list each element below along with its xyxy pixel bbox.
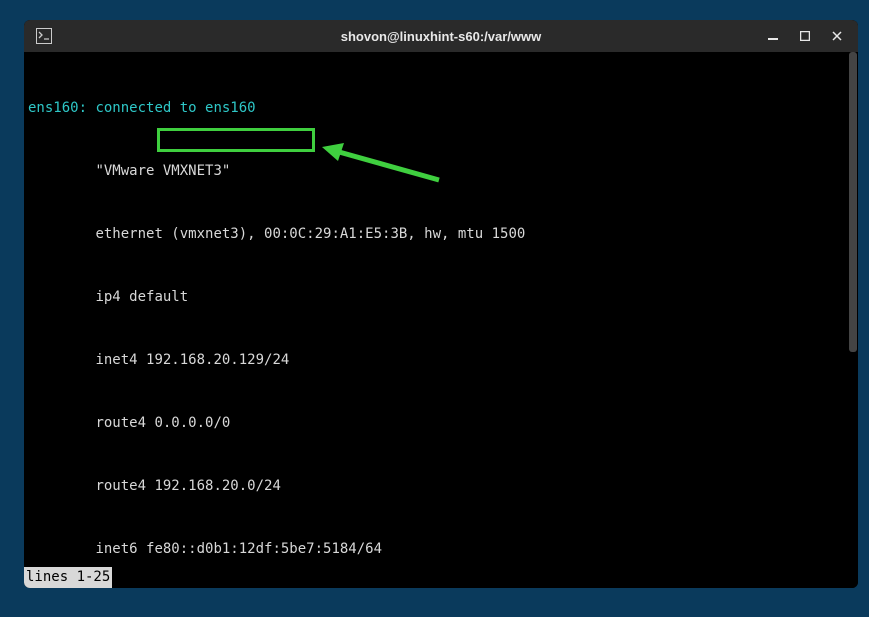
output-line: route4 0.0.0.0/0 — [28, 413, 854, 434]
terminal-window: shovon@linuxhint-s60:/var/www ens160: co… — [24, 20, 858, 588]
pager-status: lines 1-25 — [24, 567, 112, 588]
titlebar: shovon@linuxhint-s60:/var/www — [24, 20, 858, 52]
terminal-icon — [36, 28, 52, 44]
output-line: inet4 192.168.20.129/24 — [28, 350, 854, 371]
output-line: inet6 fe80::d0b1:12df:5be7:5184/64 — [28, 539, 854, 560]
terminal-output[interactable]: ens160: connected to ens160 "VMware VMXN… — [24, 52, 858, 588]
iface-header-ens160: ens160: connected to ens160 — [28, 98, 854, 119]
output-line: route4 192.168.20.0/24 — [28, 476, 854, 497]
output-line: "VMware VMXNET3" — [28, 161, 854, 182]
output-line: ip4 default — [28, 287, 854, 308]
output-line: ethernet (vmxnet3), 00:0C:29:A1:E5:3B, h… — [28, 224, 854, 245]
window-controls — [766, 29, 844, 43]
maximize-button[interactable] — [798, 29, 812, 43]
window-title: shovon@linuxhint-s60:/var/www — [24, 29, 858, 44]
scrollbar[interactable] — [849, 52, 857, 588]
minimize-button[interactable] — [766, 29, 780, 43]
close-button[interactable] — [830, 29, 844, 43]
scrollbar-thumb[interactable] — [849, 52, 857, 352]
